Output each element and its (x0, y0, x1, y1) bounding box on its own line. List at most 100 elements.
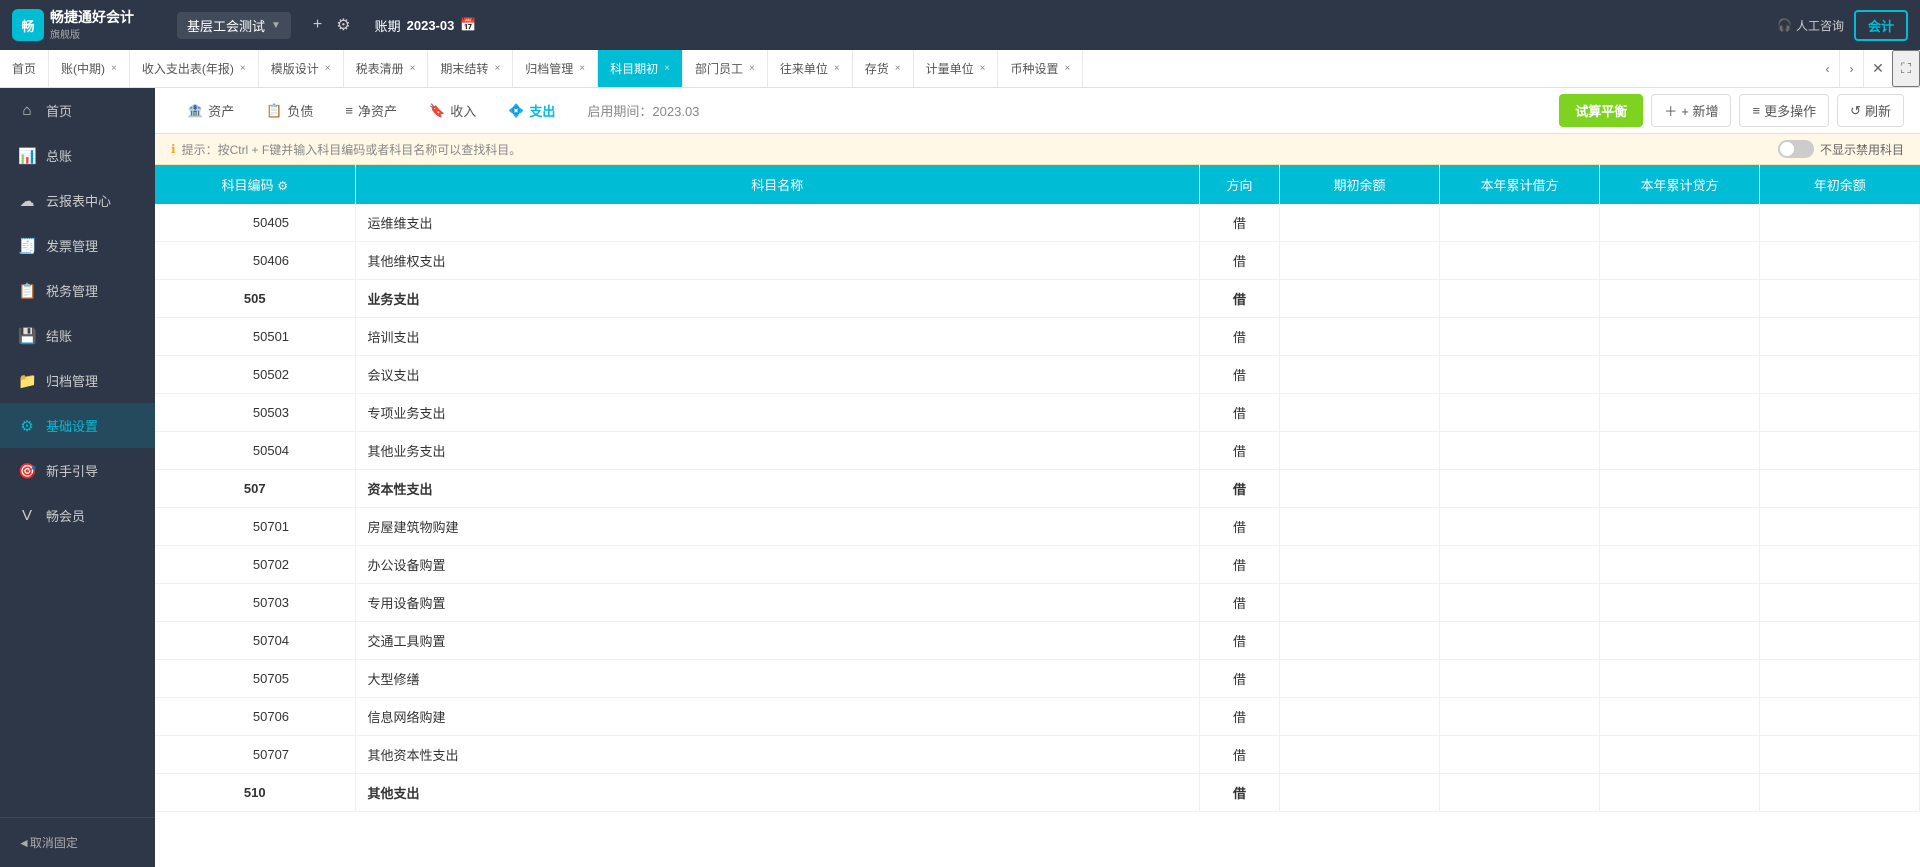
cell-debit (1440, 660, 1600, 698)
calendar-icon[interactable]: 📅 (460, 17, 476, 33)
tab-close-icon[interactable]: × (664, 63, 670, 74)
tab-label: 存货 (865, 60, 889, 77)
tab-close-icon[interactable]: × (494, 63, 500, 74)
balance-button[interactable]: 试算平衡 (1559, 94, 1643, 127)
sidebar-item-结账[interactable]: 💾 结账 (0, 313, 155, 358)
refresh-button[interactable]: ↺ 刷新 (1837, 94, 1904, 127)
cell-debit (1440, 736, 1600, 774)
tab-close-icon[interactable]: × (895, 63, 901, 74)
tab-item-11[interactable]: 计量单位× (914, 50, 999, 87)
tab-item-4[interactable]: 税表清册× (344, 50, 429, 87)
sub-tab-actions: 试算平衡 ＋ + 新增 ≡ 更多操作 ↺ 刷新 (1559, 94, 1904, 127)
cell-balance (1280, 356, 1440, 394)
close-all-tabs-btn[interactable]: ✕ (1864, 50, 1892, 87)
cell-debit (1440, 432, 1600, 470)
content-area: 🏦 资产 📋 负债 ≡ 净资产 🔖 收入 💠 支出 启用期间：2023.03 试… (155, 88, 1920, 867)
table-row: 50706 信息网络购建 借 (155, 698, 1920, 736)
cell-name: 其他业务支出 (355, 432, 1200, 470)
tab-item-6[interactable]: 归档管理× (513, 50, 598, 87)
cell-name: 其他支出 (355, 774, 1200, 812)
sidebar-label: 总账 (46, 146, 72, 165)
tab-close-icon[interactable]: × (111, 63, 117, 74)
tab-bar: 首页账(中期)×收入支出表(年报)×模版设计×税表清册×期末结转×归档管理×科目… (0, 50, 1920, 88)
sidebar-item-畅会员[interactable]: V 畅会员 (0, 493, 155, 538)
logo-text-block: 畅捷通好会计 旗舰版 (50, 9, 134, 41)
tab-close-icon[interactable]: × (749, 63, 755, 74)
customer-service-label: 人工咨询 (1796, 17, 1844, 34)
sub-tab-支出[interactable]: 💠 支出 (492, 93, 571, 128)
table-row: 50504 其他业务支出 借 (155, 432, 1920, 470)
th-code: 科目编码 ⚙ (155, 165, 355, 204)
cell-debit (1440, 204, 1600, 242)
tab-close-icon[interactable]: × (1064, 63, 1070, 74)
logo-title: 畅捷通好会计 (50, 9, 134, 26)
tab-item-0[interactable]: 首页 (0, 50, 49, 87)
tab-item-2[interactable]: 收入支出表(年报)× (130, 50, 259, 87)
tab-nav-left[interactable]: ‹ (1816, 50, 1840, 87)
tab-item-3[interactable]: 模版设计× (259, 50, 344, 87)
tab-item-7[interactable]: 科目期初× (598, 50, 683, 87)
tab-item-9[interactable]: 往来单位× (768, 50, 853, 87)
cell-yearbal (1760, 622, 1920, 660)
add-button[interactable]: ＋ + 新增 (1651, 94, 1731, 127)
cell-credit (1600, 470, 1760, 508)
sub-tab-资产[interactable]: 🏦 资产 (171, 93, 250, 128)
sidebar-item-新手引导[interactable]: 🎯 新手引导 (0, 448, 155, 493)
tab-close-icon[interactable]: × (980, 63, 986, 74)
tab-item-10[interactable]: 存货 × (853, 50, 914, 87)
sidebar: ⌂ 首页 📊 总账 ☁ 云报表中心 🧾 发票管理 📋 税务管理 💾 结账 📁 归… (0, 88, 155, 867)
expand-icon[interactable]: ⛶ (1892, 50, 1920, 87)
tab-item-5[interactable]: 期末结转 × (428, 50, 513, 87)
sidebar-item-首页[interactable]: ⌂ 首页 (0, 88, 155, 133)
account-button[interactable]: 会计 (1854, 10, 1908, 41)
tab-item-12[interactable]: 币种设置 × (998, 50, 1083, 87)
cancel-fixed-label: ◄取消固定 (18, 834, 78, 851)
period-label: 账期 (375, 16, 401, 35)
cell-name: 业务支出 (355, 280, 1200, 318)
tab-label: 期末结转 (440, 60, 488, 77)
sidebar-item-税务管理[interactable]: 📋 税务管理 (0, 268, 155, 313)
customer-service-btn[interactable]: 🎧 人工咨询 (1777, 17, 1844, 34)
sidebar-item-归档管理[interactable]: 📁 归档管理 (0, 358, 155, 403)
cell-debit (1440, 356, 1600, 394)
sidebar-item-发票管理[interactable]: 🧾 发票管理 (0, 223, 155, 268)
table-row: 50701 房屋建筑物购建 借 (155, 508, 1920, 546)
sub-tab-净资产[interactable]: ≡ 净资产 (329, 93, 413, 128)
settings-icon-btn[interactable]: ⚙ (332, 11, 354, 39)
sidebar-item-总账[interactable]: 📊 总账 (0, 133, 155, 178)
cell-name: 信息网络购建 (355, 698, 1200, 736)
gear-icon[interactable]: ⚙ (277, 179, 288, 193)
tab-close-icon[interactable]: × (834, 63, 840, 74)
tab-close-icon[interactable]: × (579, 63, 585, 74)
table-row: 50702 办公设备购置 借 (155, 546, 1920, 584)
cell-code: 50503 (155, 394, 355, 432)
sub-tabs-container: 🏦 资产 📋 负债 ≡ 净资产 🔖 收入 💠 支出 (171, 93, 571, 128)
cancel-fixed-btn[interactable]: ◄取消固定 (10, 828, 145, 857)
tab-item-8[interactable]: 部门员工× (683, 50, 768, 87)
tab-close-icon[interactable]: × (240, 63, 246, 74)
th-name: 科目名称 (355, 165, 1200, 204)
refresh-icon: ↺ (1850, 103, 1861, 119)
cell-balance (1280, 584, 1440, 622)
tab-item-1[interactable]: 账(中期)× (49, 50, 130, 87)
th-dir: 方向 (1200, 165, 1280, 204)
add-company-btn[interactable]: + (309, 12, 326, 38)
table-row: 50707 其他资本性支出 借 (155, 736, 1920, 774)
tab-close-icon[interactable]: × (410, 63, 416, 74)
table-row: 50501 培训支出 借 (155, 318, 1920, 356)
more-button[interactable]: ≡ 更多操作 (1739, 94, 1829, 127)
company-selector[interactable]: 基层工会测试 ▼ (177, 12, 291, 39)
sidebar-item-云报表中心[interactable]: ☁ 云报表中心 (0, 178, 155, 223)
tab-nav-right[interactable]: › (1840, 50, 1864, 87)
sidebar-icon-9: V (18, 507, 36, 524)
sub-tab-收入[interactable]: 🔖 收入 (413, 93, 492, 128)
sidebar-icon-7: ⚙ (18, 417, 36, 435)
cell-credit (1600, 242, 1760, 280)
sidebar-label: 结账 (46, 326, 72, 345)
sidebar-item-基础设置[interactable]: ⚙ 基础设置 (0, 403, 155, 448)
cell-debit (1440, 698, 1600, 736)
tab-close-icon[interactable]: × (325, 63, 331, 74)
toggle-switch[interactable] (1778, 140, 1814, 158)
tab-label: 币种设置 (1010, 60, 1058, 77)
sub-tab-负债[interactable]: 📋 负债 (250, 93, 329, 128)
